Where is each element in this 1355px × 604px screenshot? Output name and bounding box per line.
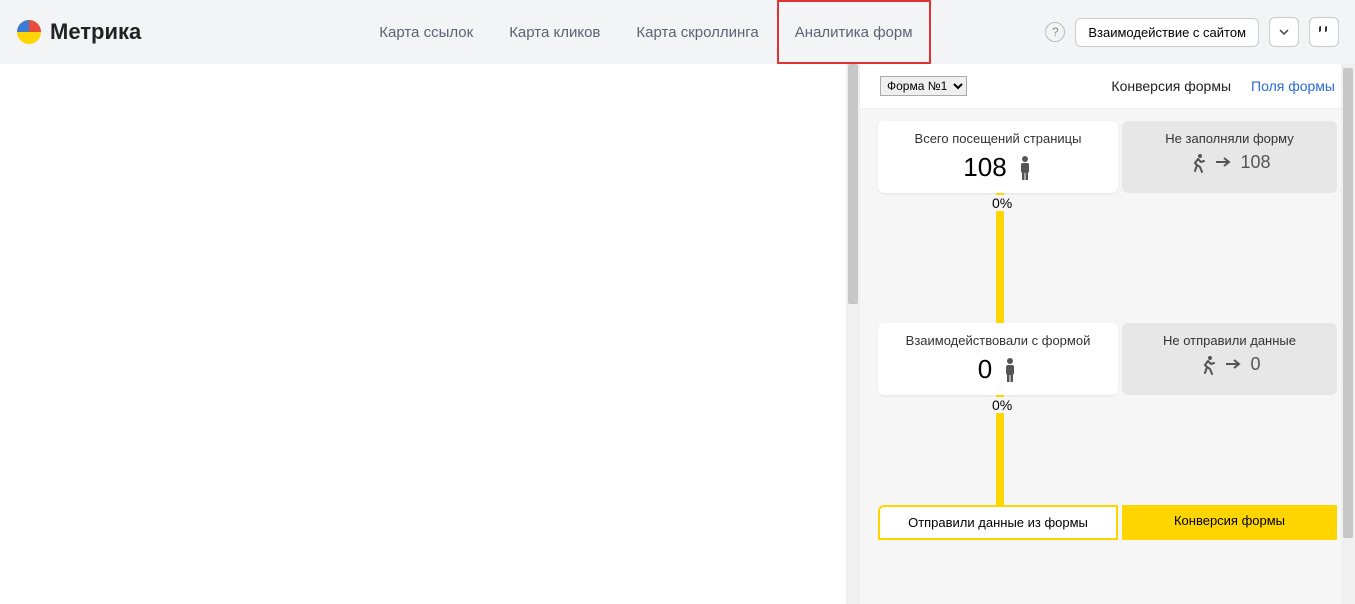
nav-label: Аналитика форм xyxy=(795,24,913,41)
site-dropdown[interactable]: Взаимодействие с сайтом xyxy=(1075,18,1259,47)
nav-label: Карта ссылок xyxy=(379,24,473,41)
panel-right-scrollbar[interactable] xyxy=(1341,64,1355,604)
funnel-connector-1: 0% xyxy=(878,193,1337,323)
step-side-card: Не отправили данные 0 xyxy=(1122,323,1337,395)
scrollbar-thumb[interactable] xyxy=(848,64,858,304)
step-side-label: Не заполняли форму xyxy=(1132,131,1327,146)
form-analytics-panel: Форма №1 Конверсия формы Поля формы Всег… xyxy=(860,64,1355,604)
panel-left-scrollbar[interactable] xyxy=(846,64,860,604)
arrow-right-icon xyxy=(1226,356,1242,374)
metrika-logo-icon xyxy=(16,19,42,45)
connector-line xyxy=(996,193,1004,323)
arrow-right-icon xyxy=(1216,154,1232,172)
nav: Карта ссылок Карта кликов Карта скроллин… xyxy=(361,0,930,64)
value-text: 108 xyxy=(963,152,1006,183)
feedback-icon[interactable] xyxy=(1309,17,1339,47)
nav-label: Карта скроллинга xyxy=(636,24,758,41)
nav-label: Карта кликов xyxy=(509,24,600,41)
funnel-step-1: Всего посещений страницы 108 Не заполнял… xyxy=(878,121,1337,193)
running-icon xyxy=(1198,355,1218,375)
exit-row: 0 xyxy=(1132,354,1327,375)
logo-text: Метрика xyxy=(50,19,141,45)
header: Метрика Карта ссылок Карта кликов Карта … xyxy=(0,0,1355,64)
step-main-value: 0 xyxy=(978,354,1018,385)
person-icon xyxy=(1017,155,1033,181)
running-icon xyxy=(1188,153,1208,173)
step-main-value: 108 xyxy=(963,152,1032,183)
panel-tabs: Конверсия формы Поля формы xyxy=(1111,74,1335,98)
funnel-step-2: Взаимодействовали с формой 0 Не отправил… xyxy=(878,323,1337,395)
nav-map-links[interactable]: Карта ссылок xyxy=(361,0,491,64)
scrollbar-thumb[interactable] xyxy=(1343,68,1353,538)
site-dropdown-label: Взаимодействие с сайтом xyxy=(1088,25,1246,40)
logo[interactable]: Метрика xyxy=(16,19,141,45)
form-select[interactable]: Форма №1 xyxy=(880,76,967,96)
step-main-card: Всего посещений страницы 108 xyxy=(878,121,1118,193)
tab-conversion[interactable]: Конверсия формы xyxy=(1111,74,1231,98)
step-side-value: 0 xyxy=(1250,354,1260,375)
value-text: 0 xyxy=(978,354,992,385)
final-right-card: Конверсия формы xyxy=(1122,505,1337,540)
step-main-label: Взаимодействовали с формой xyxy=(888,333,1108,348)
person-icon xyxy=(1002,357,1018,383)
funnel-connector-2: 0% xyxy=(878,395,1337,505)
exit-row: 108 xyxy=(1132,152,1327,173)
step-side-label: Не отправили данные xyxy=(1132,333,1327,348)
funnel-final: Отправили данные из формы Конверсия форм… xyxy=(878,505,1337,540)
step-main-label: Всего посещений страницы xyxy=(888,131,1108,146)
nav-form-analytics[interactable]: Аналитика форм xyxy=(777,0,931,64)
chevron-down-icon[interactable] xyxy=(1269,17,1299,47)
tab-fields[interactable]: Поля формы xyxy=(1251,74,1335,98)
panel-top: Форма №1 Конверсия формы Поля формы xyxy=(860,64,1355,109)
help-icon[interactable]: ? xyxy=(1045,22,1065,42)
step-main-card: Взаимодействовали с формой 0 xyxy=(878,323,1118,395)
header-right: ? Взаимодействие с сайтом xyxy=(1045,17,1339,47)
final-left-card: Отправили данные из формы xyxy=(878,505,1118,540)
connector-label: 0% xyxy=(988,195,1016,211)
nav-map-clicks[interactable]: Карта кликов xyxy=(491,0,618,64)
connector-label: 0% xyxy=(988,397,1016,413)
step-side-value: 108 xyxy=(1240,152,1270,173)
nav-map-scroll[interactable]: Карта скроллинга xyxy=(618,0,776,64)
step-side-card: Не заполняли форму 108 xyxy=(1122,121,1337,193)
funnel: Всего посещений страницы 108 Не заполнял… xyxy=(860,109,1355,604)
